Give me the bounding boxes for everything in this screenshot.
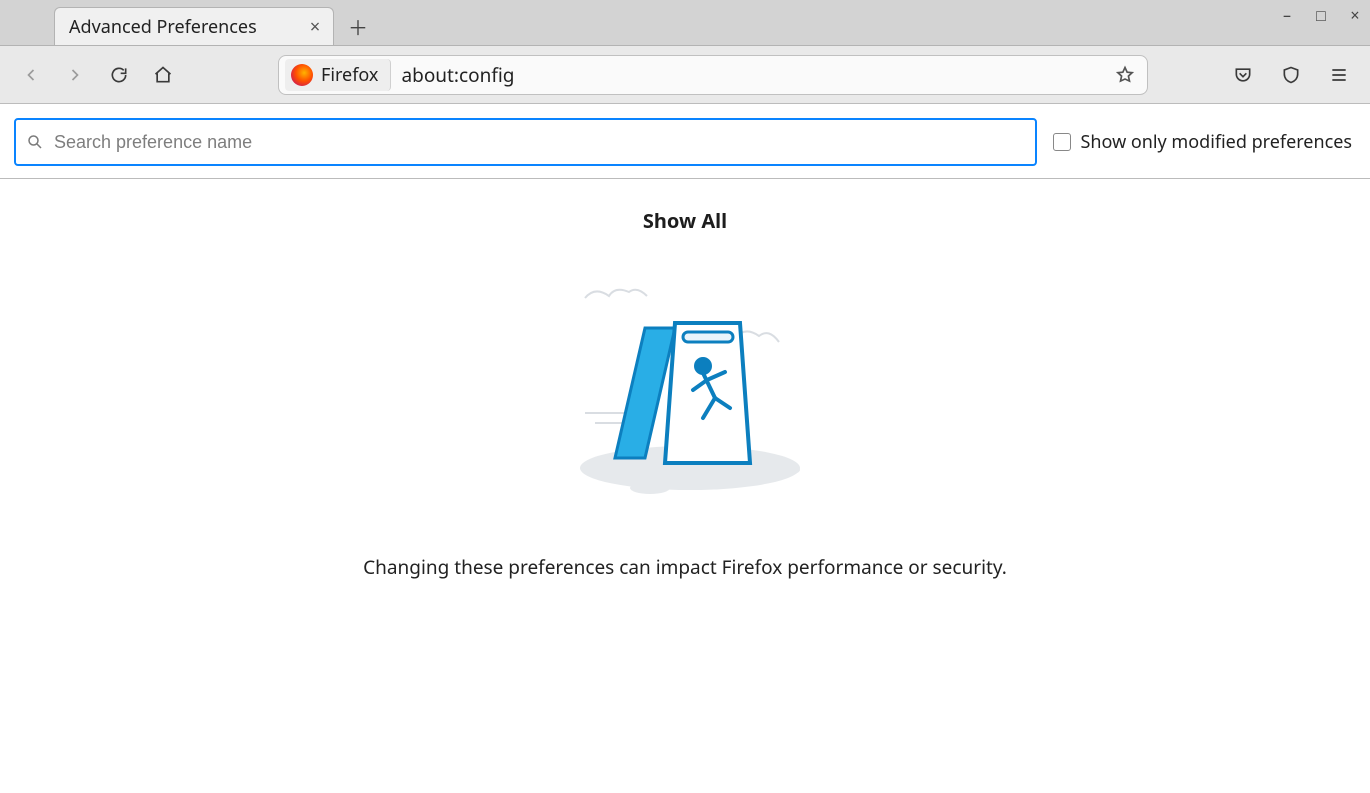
pocket-icon xyxy=(1233,65,1253,85)
caution-sign-illustration xyxy=(525,258,845,518)
hamburger-icon xyxy=(1329,65,1349,85)
firefox-logo-icon xyxy=(291,64,313,86)
home-button[interactable] xyxy=(144,56,182,94)
title-bar: Advanced Preferences × ＋ – □ × xyxy=(0,0,1370,46)
page-content: Show only modified preferences Show All xyxy=(0,104,1370,793)
home-icon xyxy=(153,65,173,85)
forward-button[interactable] xyxy=(56,56,94,94)
url-text: about:config xyxy=(391,62,1111,88)
show-modified-label: Show only modified preferences xyxy=(1081,130,1352,154)
star-icon xyxy=(1115,65,1135,85)
back-button[interactable] xyxy=(12,56,50,94)
show-all-button[interactable]: Show All xyxy=(0,179,1370,254)
search-box[interactable] xyxy=(14,118,1037,166)
window-close-button[interactable]: × xyxy=(1346,4,1364,26)
arrow-right-icon xyxy=(65,65,85,85)
identity-box[interactable]: Firefox xyxy=(285,59,391,91)
toolbar-right-icons xyxy=(1224,56,1358,94)
reload-button[interactable] xyxy=(100,56,138,94)
new-tab-button[interactable]: ＋ xyxy=(342,10,374,42)
pocket-button[interactable] xyxy=(1224,56,1262,94)
ublock-button[interactable] xyxy=(1272,56,1310,94)
show-modified-checkbox[interactable]: Show only modified preferences xyxy=(1053,130,1356,154)
reload-icon xyxy=(109,65,129,85)
preferences-search-input[interactable] xyxy=(54,132,1025,153)
illustration-section: Changing these preferences can impact Fi… xyxy=(0,254,1370,580)
address-bar[interactable]: Firefox about:config xyxy=(278,55,1148,95)
bookmark-star-button[interactable] xyxy=(1111,61,1139,89)
window-maximize-button[interactable]: □ xyxy=(1312,4,1330,26)
arrow-left-icon xyxy=(21,65,41,85)
search-row: Show only modified preferences xyxy=(0,104,1370,179)
info-text: Changing these preferences can impact Fi… xyxy=(363,554,1007,580)
close-tab-icon[interactable]: × xyxy=(307,19,323,35)
window-controls: – □ × xyxy=(1278,4,1364,26)
window-minimize-button[interactable]: – xyxy=(1278,4,1296,26)
checkbox-icon xyxy=(1053,133,1071,151)
shield-icon xyxy=(1281,65,1301,85)
search-icon xyxy=(26,133,44,151)
app-menu-button[interactable] xyxy=(1320,56,1358,94)
tab-title: Advanced Preferences xyxy=(69,15,297,39)
identity-label: Firefox xyxy=(321,63,378,87)
browser-tab[interactable]: Advanced Preferences × xyxy=(54,7,334,45)
navigation-toolbar: Firefox about:config xyxy=(0,46,1370,104)
